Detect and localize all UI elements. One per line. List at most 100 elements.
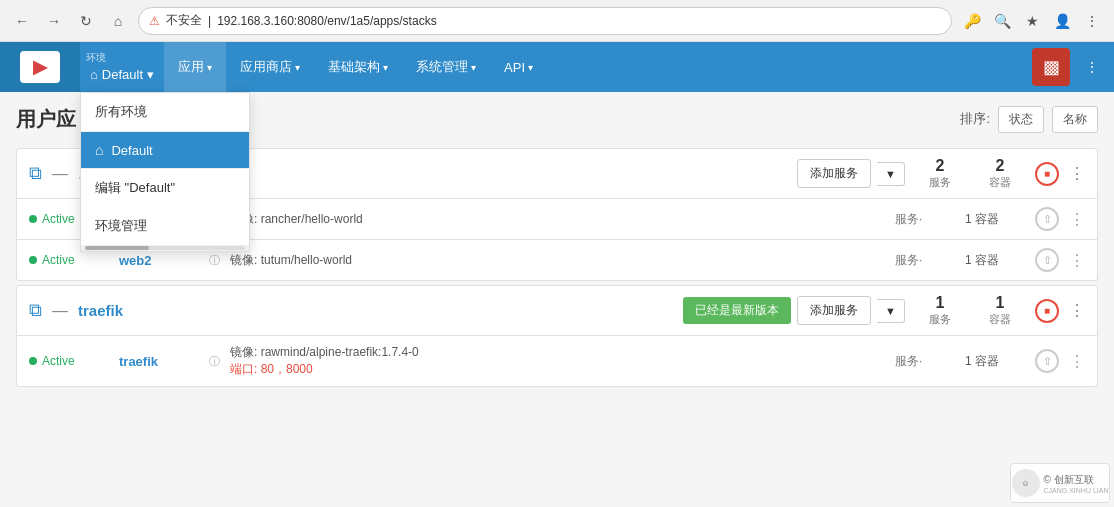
stack-2-containers-label: 容器 bbox=[975, 312, 1025, 327]
menu-icon[interactable]: ⋮ bbox=[1080, 9, 1104, 33]
stack-1-more-icon[interactable]: ⋮ bbox=[1069, 164, 1085, 183]
stack-2-dropdown-button[interactable]: ▼ bbox=[877, 299, 905, 323]
traefik-type: 服务· bbox=[895, 353, 955, 370]
stack-2-add-service-button[interactable]: 添加服务 bbox=[797, 296, 871, 325]
user-avatar[interactable]: ▩ bbox=[1032, 48, 1070, 86]
page-title: 用户应 bbox=[16, 106, 76, 133]
nav-api-arrow: ▾ bbox=[528, 62, 533, 73]
stack-2-layers-icon: ⧉ bbox=[29, 300, 42, 321]
sort-name-button[interactable]: 名称 bbox=[1052, 106, 1098, 133]
web2-info-icon[interactable]: ⓘ bbox=[209, 253, 220, 268]
traefik-status-text: Active bbox=[42, 354, 75, 368]
traefik-up-button[interactable]: ⇧ bbox=[1035, 349, 1059, 373]
separator: | bbox=[208, 14, 211, 28]
dropdown-env-mgmt[interactable]: 环境管理 bbox=[81, 207, 249, 245]
browser-bar: ← → ↻ ⌂ ⚠ 不安全 | 192.168.3.160:8080/env/1… bbox=[0, 0, 1114, 42]
service-traefik-row: Active traefik ⓘ 镜像: rawmind/alpine-trae… bbox=[16, 336, 1098, 387]
traefik-containers: 1 容器 bbox=[965, 353, 1025, 370]
stack-2-name[interactable]: traefik bbox=[78, 302, 673, 319]
nav-apps-arrow: ▾ bbox=[207, 62, 212, 73]
web2-type: 服务· bbox=[895, 252, 955, 269]
sort-area: 排序: 状态 名称 bbox=[960, 106, 1098, 133]
header-menu-btn[interactable]: ⋮ bbox=[1080, 55, 1104, 79]
stack-2-stop-icon[interactable]: ■ bbox=[1035, 299, 1059, 323]
traefik-status-dot bbox=[29, 357, 37, 365]
nav-api[interactable]: API ▾ bbox=[490, 42, 547, 92]
nav-apps[interactable]: 应用 ▾ bbox=[164, 42, 226, 92]
home-button[interactable]: ⌂ bbox=[106, 9, 130, 33]
forward-button[interactable]: → bbox=[42, 9, 66, 33]
stack-1-stat-containers: 2 容器 bbox=[975, 157, 1025, 190]
watermark-text: © 创新互联 bbox=[1044, 473, 1109, 487]
web1-status-dot bbox=[29, 215, 37, 223]
env-arrow-icon: ▾ bbox=[147, 67, 154, 82]
stack-2-more-icon[interactable]: ⋮ bbox=[1069, 301, 1085, 320]
stack-2-up-to-date-button[interactable]: 已经是最新版本 bbox=[683, 297, 791, 324]
sort-status-button[interactable]: 状态 bbox=[998, 106, 1044, 133]
stack-1-dropdown-button[interactable]: ▼ bbox=[877, 162, 905, 186]
env-name: Default bbox=[102, 67, 143, 82]
web1-status-text: Active bbox=[42, 212, 75, 226]
dropdown-scrollbar bbox=[81, 245, 249, 251]
web2-up-button[interactable]: ⇧ bbox=[1035, 248, 1059, 272]
web2-status-text: Active bbox=[42, 253, 75, 267]
web1-containers: 1 容器 bbox=[965, 211, 1025, 228]
key-icon[interactable]: 🔑 bbox=[960, 9, 984, 33]
env-dropdown-button[interactable]: ⌂ Default ▾ bbox=[86, 65, 158, 84]
stack-2-containers-count: 1 bbox=[975, 294, 1025, 312]
dropdown-all-envs[interactable]: 所有环境 bbox=[81, 93, 249, 131]
scrollbar-thumb[interactable] bbox=[85, 246, 149, 250]
dropdown-default-env[interactable]: ⌂ Default bbox=[81, 132, 249, 168]
web2-status-badge: Active bbox=[29, 253, 109, 267]
url-text: 192.168.3.160:8080/env/1a5/apps/stacks bbox=[217, 14, 437, 28]
account-icon[interactable]: 👤 bbox=[1050, 9, 1074, 33]
web1-image: 镜像: rancher/hello-world bbox=[230, 211, 885, 228]
reload-button[interactable]: ↻ bbox=[74, 9, 98, 33]
stack-1-services-count: 2 bbox=[915, 157, 965, 175]
stack-2-services-label: 服务 bbox=[915, 312, 965, 327]
dropdown-home-icon: ⌂ bbox=[95, 142, 103, 158]
traefik-status-badge: Active bbox=[29, 354, 109, 368]
web2-containers: 1 容器 bbox=[965, 252, 1025, 269]
web2-image: 镜像: tutum/hello-world bbox=[230, 252, 885, 269]
scrollbar-track bbox=[85, 246, 245, 250]
nav-sysadmin-label: 系统管理 bbox=[416, 58, 468, 76]
nav-apps-label: 应用 bbox=[178, 58, 204, 76]
nav-infra-label: 基础架构 bbox=[328, 58, 380, 76]
stack-1-containers-label: 容器 bbox=[975, 175, 1025, 190]
app-logo: ▶ bbox=[20, 51, 60, 83]
sort-label: 排序: bbox=[960, 110, 990, 128]
env-dropdown-menu: 所有环境 ⌂ Default 编辑 "Default" 环境管理 bbox=[80, 92, 250, 252]
env-mgmt-label: 环境管理 bbox=[95, 217, 147, 235]
nav-sysadmin[interactable]: 系统管理 ▾ bbox=[402, 42, 490, 92]
stack-1-containers-count: 2 bbox=[975, 157, 1025, 175]
header-right: ▩ ⋮ bbox=[1032, 48, 1114, 86]
dropdown-edit-default[interactable]: 编辑 "Default" bbox=[81, 169, 249, 207]
back-button[interactable]: ← bbox=[10, 9, 34, 33]
web2-name[interactable]: web2 bbox=[119, 253, 199, 268]
stack-2-stat-containers: 1 容器 bbox=[975, 294, 1025, 327]
security-warning-icon: ⚠ bbox=[149, 14, 160, 28]
bookmark-icon[interactable]: ★ bbox=[1020, 9, 1044, 33]
traefik-more-icon[interactable]: ⋮ bbox=[1069, 352, 1085, 371]
traefik-name[interactable]: traefik bbox=[119, 354, 199, 369]
stack-1-add-service-button[interactable]: 添加服务 bbox=[797, 159, 871, 188]
stack-2-actions: 已经是最新版本 添加服务 ▼ bbox=[683, 296, 905, 325]
web2-more-icon[interactable]: ⋮ bbox=[1069, 251, 1085, 270]
nav-store[interactable]: 应用商店 ▾ bbox=[226, 42, 314, 92]
search-icon[interactable]: 🔍 bbox=[990, 9, 1014, 33]
web1-up-button[interactable]: ⇧ bbox=[1035, 207, 1059, 231]
stack-1-stop-icon[interactable]: ■ bbox=[1035, 162, 1059, 186]
stack-2-dash: — bbox=[52, 302, 68, 320]
env-label: 环境 bbox=[86, 51, 158, 65]
nav-infra[interactable]: 基础架构 ▾ bbox=[314, 42, 402, 92]
web1-more-icon[interactable]: ⋮ bbox=[1069, 210, 1085, 229]
nav-sysadmin-arrow: ▾ bbox=[471, 62, 476, 73]
stack-2-header: ⧉ — traefik 已经是最新版本 添加服务 ▼ 1 服务 1 容器 ■ ⋮ bbox=[16, 285, 1098, 336]
nav-store-label: 应用商店 bbox=[240, 58, 292, 76]
traefik-info-icon[interactable]: ⓘ bbox=[209, 354, 220, 369]
stack-layers-icon: ⧉ bbox=[29, 163, 42, 184]
address-bar[interactable]: ⚠ 不安全 | 192.168.3.160:8080/env/1a5/apps/… bbox=[138, 7, 952, 35]
security-text: 不安全 bbox=[166, 12, 202, 29]
stack-1-actions: 添加服务 ▼ bbox=[797, 159, 905, 188]
